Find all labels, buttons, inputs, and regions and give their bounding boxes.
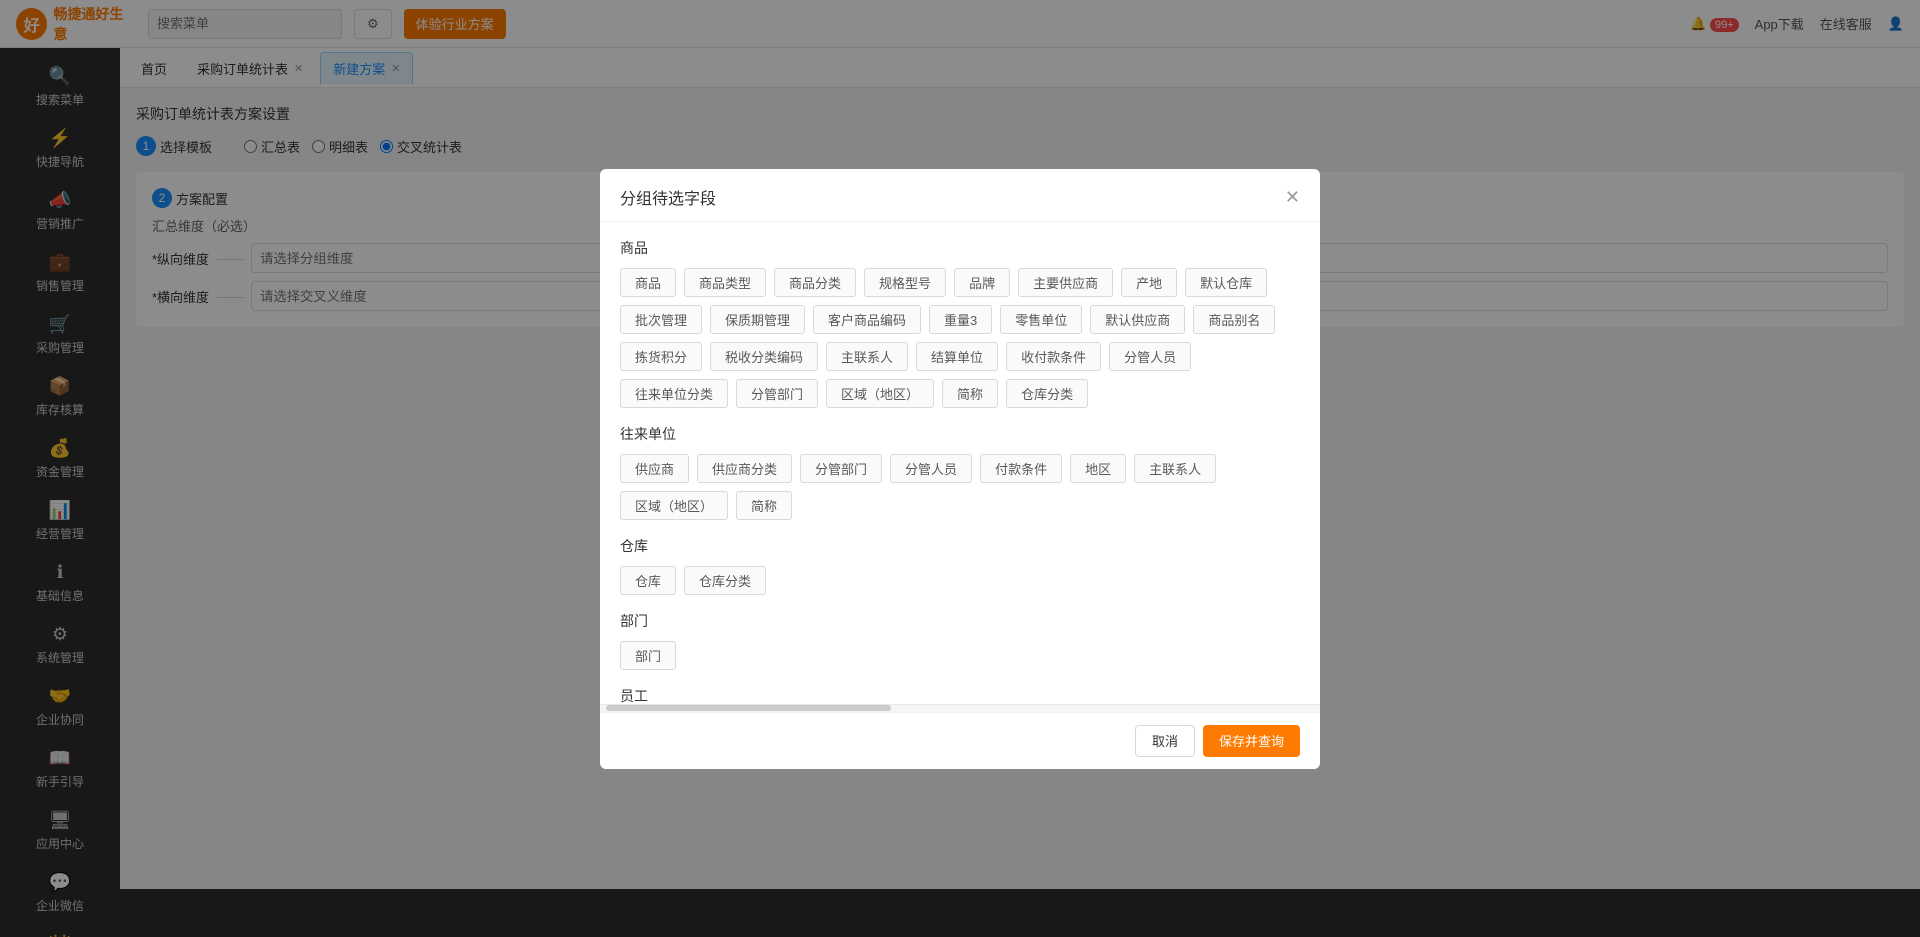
field-tag[interactable]: 零售单位	[1000, 305, 1082, 334]
section-product: 商品 商品 商品类型 商品分类 规格型号 品牌 主要供应商 产地 默认仓库 批次…	[620, 238, 1300, 408]
field-tag[interactable]: 重量3	[929, 305, 992, 334]
field-tag[interactable]: 拣货积分	[620, 342, 702, 371]
modal-title: 分组待选字段	[620, 185, 716, 209]
section-partner: 往来单位 供应商 供应商分类 分管部门 分管人员 付款条件 地区 主联系人 区域…	[620, 424, 1300, 520]
field-tag[interactable]: 商品别名	[1193, 305, 1275, 334]
field-tag[interactable]: 区域（地区）	[620, 491, 728, 520]
field-tag[interactable]: 分管人员	[890, 454, 972, 483]
section-employee: 员工 业务员	[620, 686, 1300, 705]
section-employee-title: 员工	[620, 686, 1300, 705]
field-tag[interactable]: 批次管理	[620, 305, 702, 334]
section-product-grid: 商品 商品类型 商品分类 规格型号 品牌 主要供应商 产地 默认仓库 批次管理 …	[620, 268, 1300, 408]
field-tag[interactable]: 简称	[736, 491, 792, 520]
modal-footer: 取消 保存并查询	[600, 712, 1320, 769]
field-tag[interactable]: 主联系人	[1134, 454, 1216, 483]
field-tag[interactable]: 仓库	[620, 566, 676, 595]
field-tag[interactable]: 结算单位	[916, 342, 998, 371]
cancel-button[interactable]: 取消	[1135, 725, 1195, 757]
section-warehouse-grid: 仓库 仓库分类	[620, 566, 1300, 595]
field-tag[interactable]: 付款条件	[980, 454, 1062, 483]
modal-overlay: 分组待选字段 ✕ 商品 商品 商品类型 商品分类 规格型号 品牌 主要供应商 产…	[0, 0, 1920, 937]
field-tag[interactable]: 供应商	[620, 454, 689, 483]
field-tag[interactable]: 分管人员	[1109, 342, 1191, 371]
section-dept: 部门 部门	[620, 611, 1300, 670]
field-tag[interactable]: 商品类型	[684, 268, 766, 297]
modal-hscroll[interactable]	[600, 704, 1320, 711]
section-partner-grid: 供应商 供应商分类 分管部门 分管人员 付款条件 地区 主联系人 区域（地区） …	[620, 454, 1300, 520]
field-tag[interactable]: 分管部门	[736, 379, 818, 408]
field-tag[interactable]: 主联系人	[826, 342, 908, 371]
field-tag[interactable]: 保质期管理	[710, 305, 805, 334]
field-tag[interactable]: 仓库分类	[684, 566, 766, 595]
section-warehouse-title: 仓库	[620, 536, 1300, 556]
field-tag[interactable]: 税收分类编码	[710, 342, 818, 371]
field-tag[interactable]: 简称	[942, 379, 998, 408]
section-dept-title: 部门	[620, 611, 1300, 631]
field-tag[interactable]: 收付款条件	[1006, 342, 1101, 371]
field-tag[interactable]: 区域（地区）	[826, 379, 934, 408]
field-tag[interactable]: 品牌	[954, 268, 1010, 297]
field-tag[interactable]: 商品分类	[774, 268, 856, 297]
field-tag[interactable]: 地区	[1070, 454, 1126, 483]
modal-close-button[interactable]: ✕	[1285, 188, 1300, 206]
field-tag[interactable]: 部门	[620, 641, 676, 670]
modal-header: 分组待选字段 ✕	[600, 169, 1320, 222]
section-product-title: 商品	[620, 238, 1300, 258]
field-tag[interactable]: 分管部门	[800, 454, 882, 483]
modal-body: 商品 商品 商品类型 商品分类 规格型号 品牌 主要供应商 产地 默认仓库 批次…	[600, 222, 1320, 705]
save-query-button[interactable]: 保存并查询	[1203, 725, 1300, 757]
field-tag[interactable]: 客户商品编码	[813, 305, 921, 334]
field-tag[interactable]: 产地	[1121, 268, 1177, 297]
hscroll-thumb	[606, 705, 891, 711]
field-tag[interactable]: 规格型号	[864, 268, 946, 297]
field-tag[interactable]: 默认仓库	[1185, 268, 1267, 297]
field-tag[interactable]: 往来单位分类	[620, 379, 728, 408]
field-tag[interactable]: 供应商分类	[697, 454, 792, 483]
field-tag[interactable]: 默认供应商	[1090, 305, 1185, 334]
field-tag[interactable]: 商品	[620, 268, 676, 297]
field-tag[interactable]: 仓库分类	[1006, 379, 1088, 408]
section-dept-grid: 部门	[620, 641, 1300, 670]
field-select-modal: 分组待选字段 ✕ 商品 商品 商品类型 商品分类 规格型号 品牌 主要供应商 产…	[600, 169, 1320, 769]
field-tag[interactable]: 主要供应商	[1018, 268, 1113, 297]
section-partner-title: 往来单位	[620, 424, 1300, 444]
section-warehouse: 仓库 仓库 仓库分类	[620, 536, 1300, 595]
